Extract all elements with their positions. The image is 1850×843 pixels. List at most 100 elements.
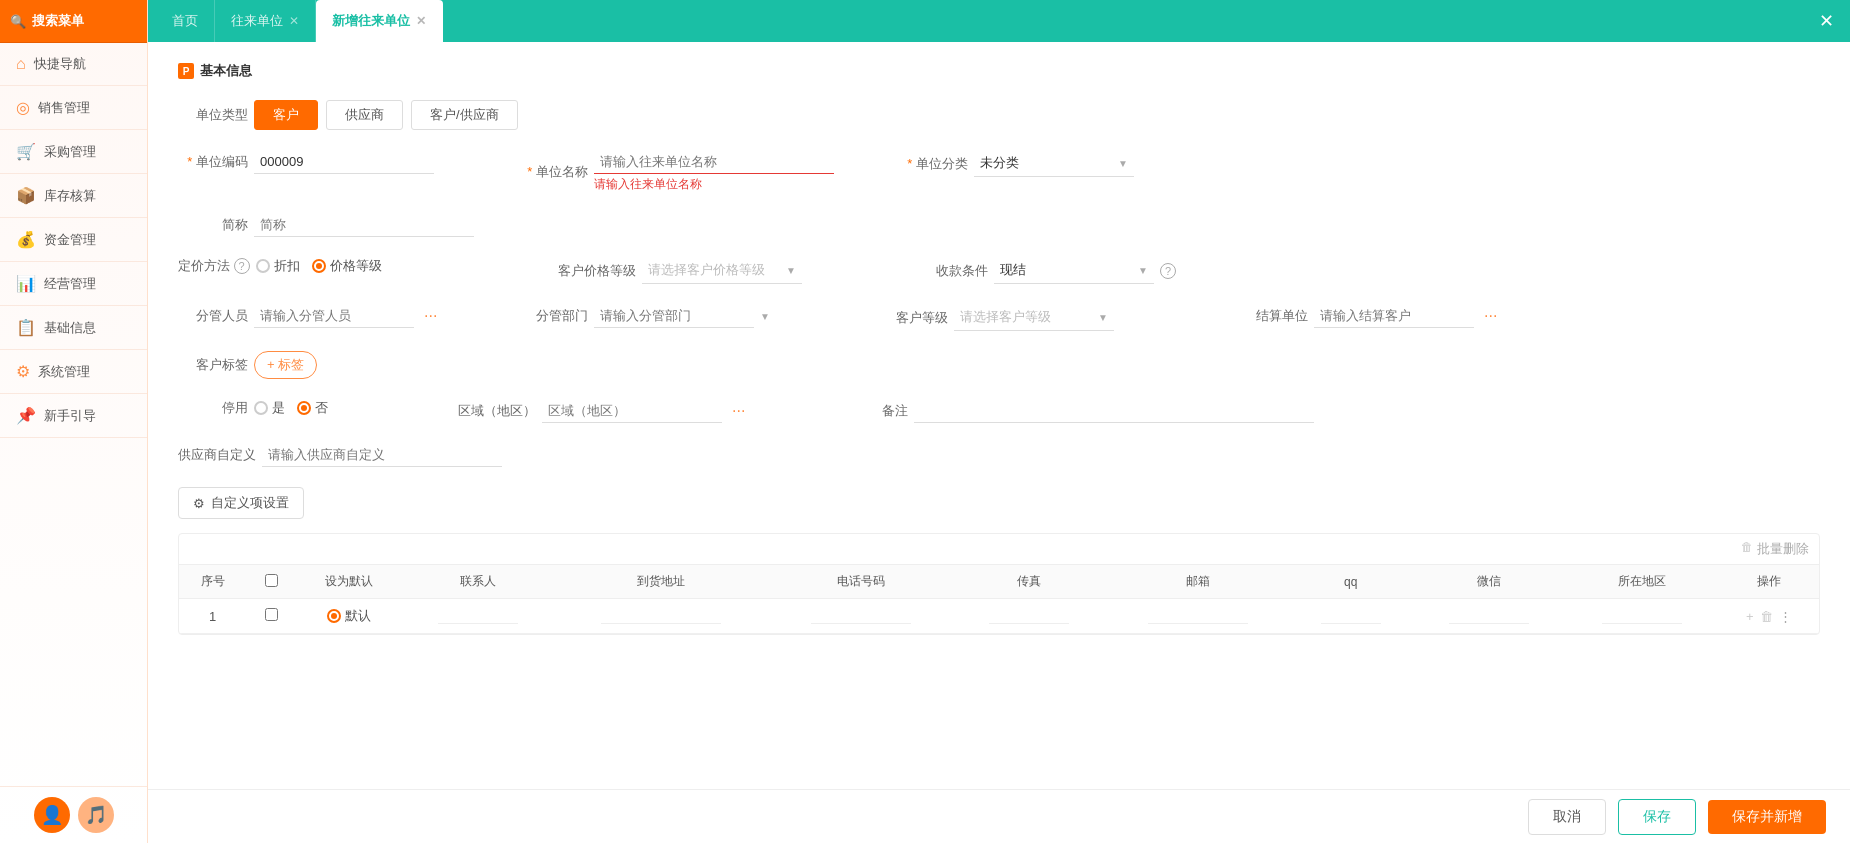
disabled-label: 停用 <box>178 399 248 417</box>
save-new-button[interactable]: 保存并新增 <box>1708 800 1826 834</box>
batch-delete-label[interactable]: 批量删除 <box>1757 540 1809 558</box>
payment-help-icon[interactable]: ? <box>1160 263 1176 279</box>
dept-input[interactable] <box>594 304 754 328</box>
fax-input[interactable] <box>989 608 1069 624</box>
tab-partners[interactable]: 往来单位 ✕ <box>215 0 316 42</box>
custom-settings-label: 自定义项设置 <box>211 494 289 512</box>
region-label: 区域（地区） <box>458 402 536 420</box>
unit-type-row: 单位类型 客户 供应商 客户/供应商 <box>178 100 1820 130</box>
payment-terms-select[interactable]: 现结 ▼ <box>994 257 1154 284</box>
supplier-custom-input[interactable] <box>262 443 502 467</box>
tab-new-partner-close[interactable]: ✕ <box>416 14 426 28</box>
custom-settings-button[interactable]: ⚙ 自定义项设置 <box>178 487 304 519</box>
th-wechat: 微信 <box>1412 565 1565 599</box>
tab-partners-close[interactable]: ✕ <box>289 14 299 28</box>
sidebar-item-guide[interactable]: 📌 新手引导 <box>0 394 147 438</box>
tags-label: 客户标签 <box>178 356 248 374</box>
email-input[interactable] <box>1148 608 1248 624</box>
row-default: 默认 <box>297 599 401 634</box>
address-input[interactable] <box>601 608 721 624</box>
disabled-yes[interactable]: 是 <box>254 399 285 417</box>
manager-input[interactable] <box>254 304 414 328</box>
row-email <box>1106 599 1290 634</box>
row-region-input[interactable] <box>1602 608 1682 624</box>
manager-field: 分管人员 ··· <box>178 304 518 328</box>
save-button[interactable]: 保存 <box>1618 799 1696 835</box>
th-default: 设为默认 <box>297 565 401 599</box>
radio-price-level-label: 价格等级 <box>330 257 382 275</box>
add-row-icon[interactable]: + <box>1746 609 1754 624</box>
settlement-input[interactable] <box>1314 304 1474 328</box>
pricing-help-icon[interactable]: ? <box>234 258 250 274</box>
tags-row: 客户标签 + 标签 <box>178 351 1820 379</box>
tab-bar-close[interactable]: ✕ <box>1811 10 1842 32</box>
tab-home[interactable]: 首页 <box>156 0 215 42</box>
type-btn-both[interactable]: 客户/供应商 <box>411 100 518 130</box>
sidebar-search[interactable]: 🔍 搜索菜单 <box>0 0 147 43</box>
sidebar: 🔍 搜索菜单 ⌂ 快捷导航 ◎ 销售管理 🛒 采购管理 📦 库存核算 💰 资金管… <box>0 0 148 843</box>
sidebar-music[interactable]: 🎵 <box>78 797 114 833</box>
row-action-icons: + 🗑 ⋮ <box>1728 609 1809 624</box>
sidebar-item-system[interactable]: ⚙ 系统管理 <box>0 350 147 394</box>
th-action: 操作 <box>1718 565 1819 599</box>
region-dots[interactable]: ··· <box>728 402 749 420</box>
sidebar-item-operations[interactable]: 📊 经营管理 <box>0 262 147 306</box>
payment-terms-label: 收款条件 <box>918 262 988 280</box>
row-select-checkbox[interactable] <box>265 608 278 621</box>
disabled-yes-label: 是 <box>272 399 285 417</box>
customer-level-arrow: ▼ <box>1098 312 1108 323</box>
select-all-checkbox[interactable] <box>265 574 278 587</box>
sidebar-item-quick-nav[interactable]: ⌂ 快捷导航 <box>0 43 147 86</box>
sidebar-item-purchase[interactable]: 🛒 采购管理 <box>0 130 147 174</box>
scroll-handle[interactable]: ⋮ <box>1779 609 1792 624</box>
home-icon: ⌂ <box>16 55 26 73</box>
short-name-label: 简称 <box>178 216 248 234</box>
sidebar-item-sales[interactable]: ◎ 销售管理 <box>0 86 147 130</box>
phone-input[interactable] <box>811 608 911 624</box>
sidebar-item-label: 销售管理 <box>38 99 90 117</box>
system-icon: ⚙ <box>16 362 30 381</box>
region-input[interactable] <box>542 399 722 423</box>
sidebar-avatar[interactable]: 👤 <box>34 797 70 833</box>
type-btn-supplier[interactable]: 供应商 <box>326 100 403 130</box>
tab-home-label: 首页 <box>172 12 198 30</box>
name-input[interactable] <box>594 150 834 174</box>
settlement-dots[interactable]: ··· <box>1480 307 1501 325</box>
pricing-label: 定价方法 ? <box>178 257 250 275</box>
category-select[interactable]: 未分类 ▼ <box>974 150 1134 177</box>
wechat-input[interactable] <box>1449 608 1529 624</box>
sidebar-item-inventory[interactable]: 📦 库存核算 <box>0 174 147 218</box>
customer-level-select[interactable]: 请选择客户等级 ▼ <box>954 304 1114 331</box>
radio-discount-circle <box>256 259 270 273</box>
sidebar-item-label: 新手引导 <box>44 407 96 425</box>
code-input[interactable] <box>254 150 434 174</box>
type-btn-customer[interactable]: 客户 <box>254 100 318 130</box>
short-name-input[interactable] <box>254 213 474 237</box>
pricing-radio-price-level[interactable]: 价格等级 <box>312 257 382 275</box>
manager-dots[interactable]: ··· <box>420 307 441 325</box>
sidebar-item-basic[interactable]: 📋 基础信息 <box>0 306 147 350</box>
dept-label: 分管部门 <box>518 307 588 325</box>
customer-level-label: 客户等级 <box>878 309 948 327</box>
code-field: * 单位编码 <box>178 150 518 174</box>
contact-input[interactable] <box>438 608 518 624</box>
sidebar-item-label: 资金管理 <box>44 231 96 249</box>
add-tag-button[interactable]: + 标签 <box>254 351 317 379</box>
delete-row-icon[interactable]: 🗑 <box>1760 609 1773 624</box>
customer-price-placeholder: 请选择客户价格等级 <box>648 261 782 279</box>
remarks-input[interactable] <box>914 399 1314 423</box>
section-icon: P <box>178 63 194 79</box>
customer-price-select[interactable]: 请选择客户价格等级 ▼ <box>642 257 802 284</box>
disabled-no[interactable]: 否 <box>297 399 328 417</box>
cancel-button[interactable]: 取消 <box>1528 799 1606 835</box>
qq-input[interactable] <box>1321 608 1381 624</box>
payment-terms-arrow: ▼ <box>1138 265 1148 276</box>
pricing-radio-discount[interactable]: 折扣 <box>256 257 300 275</box>
region-field: 区域（地区） ··· <box>458 399 838 423</box>
tab-new-partner[interactable]: 新增往来单位 ✕ <box>316 0 443 42</box>
sidebar-item-finance[interactable]: 💰 资金管理 <box>0 218 147 262</box>
radio-price-level-circle <box>312 259 326 273</box>
form-content: P 基本信息 单位类型 客户 供应商 客户/供应商 * 单位编码 <box>148 42 1850 789</box>
row-default-radio[interactable]: 默认 <box>307 607 391 625</box>
batch-delete-row: 🗑 批量删除 <box>179 534 1819 564</box>
